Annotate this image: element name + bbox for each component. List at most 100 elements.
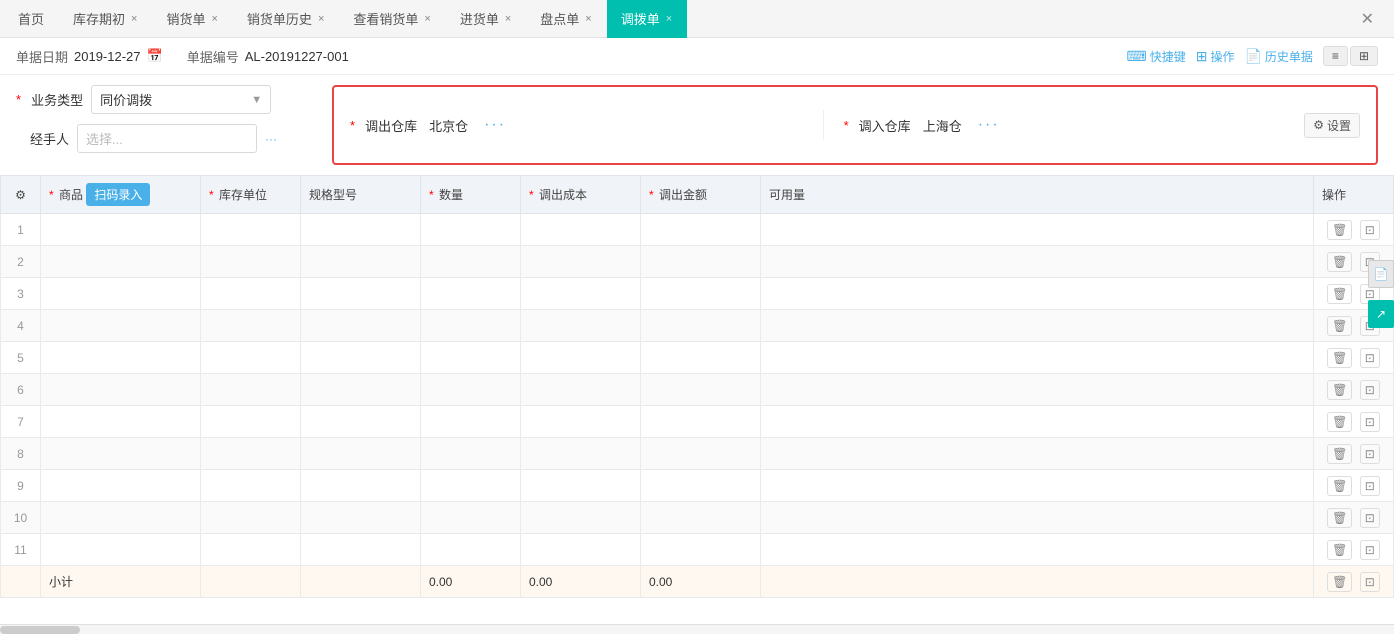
- row-5-copy-button[interactable]: ⊡: [1360, 348, 1380, 368]
- row-6-copy-button[interactable]: ⊡: [1360, 380, 1380, 400]
- subtotal-label-cell: 小计: [41, 566, 201, 598]
- row-1-cost: [521, 214, 641, 246]
- row-5-delete-button[interactable]: 🗑: [1327, 348, 1352, 368]
- warehouse-in-item: * 调入仓库 上海仓 ···: [844, 116, 1297, 135]
- window-close-button[interactable]: ✕: [1345, 0, 1390, 38]
- warehouse-in-more[interactable]: ···: [978, 116, 1000, 134]
- subtotal-copy-button[interactable]: ⊡: [1360, 572, 1380, 592]
- row-1-delete-button[interactable]: 🗑: [1327, 220, 1352, 240]
- grid-view-button[interactable]: ⊞: [1350, 46, 1378, 66]
- row-7-copy-button[interactable]: ⊡: [1360, 412, 1380, 432]
- tab-sales-history[interactable]: 销货单历史 ×: [233, 0, 339, 38]
- tab-sales-order-close[interactable]: ×: [211, 13, 217, 25]
- calendar-icon[interactable]: 📅: [147, 48, 163, 64]
- row-11-product[interactable]: [41, 534, 201, 566]
- float-doc-button[interactable]: 📄: [1368, 260, 1394, 288]
- tab-sales-history-close[interactable]: ×: [318, 13, 324, 25]
- subtotal-delete-button[interactable]: 🗑: [1327, 572, 1352, 592]
- col-cost-header: * 调出成本: [521, 176, 641, 214]
- row-3-spec: [301, 278, 421, 310]
- row-5-product[interactable]: [41, 342, 201, 374]
- operations-grid-icon: ⊞: [1196, 48, 1208, 65]
- row-10-copy-button[interactable]: ⊡: [1360, 508, 1380, 528]
- row-10-product[interactable]: [41, 502, 201, 534]
- row-2-delete-button[interactable]: 🗑: [1327, 252, 1352, 272]
- tab-view-sales[interactable]: 查看销货单 ×: [339, 0, 445, 38]
- row-3-product[interactable]: [41, 278, 201, 310]
- row-9-delete-button[interactable]: 🗑: [1327, 476, 1352, 496]
- col-qty-header: * 数量: [421, 176, 521, 214]
- tab-transfer-label: 调拨单: [621, 9, 660, 28]
- subtotal-row: 小计 0.00 0.00 0.00 🗑 ⊡: [1, 566, 1394, 598]
- business-type-select[interactable]: 同价调拨 ▼: [91, 85, 271, 114]
- row-9-product[interactable]: [41, 470, 201, 502]
- tab-inventory-init-close[interactable]: ×: [131, 13, 137, 25]
- warehouse-out-item: * 调出仓库 北京仓 ···: [350, 116, 803, 135]
- row-8-available: [761, 438, 1314, 470]
- horizontal-scrollbar[interactable]: [0, 624, 1394, 634]
- unit-required-star: *: [209, 188, 214, 202]
- row-5-cost: [521, 342, 641, 374]
- tab-home[interactable]: 首页: [4, 0, 59, 38]
- warehouse-out-label: 调出仓库: [365, 116, 417, 135]
- tab-transfer[interactable]: 调拨单 ×: [607, 0, 687, 38]
- row-10-delete-button[interactable]: 🗑: [1327, 508, 1352, 528]
- row-6-delete-button[interactable]: 🗑: [1327, 380, 1352, 400]
- row-9-cost: [521, 470, 641, 502]
- handler-label: 经手人: [30, 129, 69, 148]
- row-7-delete-button[interactable]: 🗑: [1327, 412, 1352, 432]
- subtotal-ops: 🗑 ⊡: [1314, 566, 1394, 598]
- scroll-thumb[interactable]: [0, 626, 80, 634]
- row-10-qty: [421, 502, 521, 534]
- row-3-delete-button[interactable]: 🗑: [1327, 284, 1352, 304]
- table-container: ⚙ * 商品 扫码录入 * 库存单位 规格型号 *: [0, 175, 1394, 624]
- table-gear-icon[interactable]: ⚙: [15, 188, 26, 202]
- qty-required-star: *: [429, 188, 434, 202]
- history-label: 历史单据: [1265, 48, 1313, 65]
- list-view-button[interactable]: ≡: [1323, 46, 1348, 66]
- tab-sales-history-label: 销货单历史: [247, 9, 312, 28]
- row-2-product[interactable]: [41, 246, 201, 278]
- col-operation-header: 操作: [1314, 176, 1394, 214]
- tab-purchase[interactable]: 进货单 ×: [446, 0, 526, 38]
- qty-col-label: 数量: [439, 188, 463, 202]
- row-4-delete-button[interactable]: 🗑: [1327, 316, 1352, 336]
- right-float-link-panel: ↗: [1368, 300, 1394, 328]
- float-link-button[interactable]: ↗: [1368, 300, 1394, 328]
- handler-select[interactable]: 选择...: [77, 124, 257, 153]
- row-1-copy-button[interactable]: ⊡: [1360, 220, 1380, 240]
- tab-purchase-close[interactable]: ×: [505, 13, 511, 25]
- tab-inventory-check-close[interactable]: ×: [585, 13, 591, 25]
- row-8-product[interactable]: [41, 438, 201, 470]
- row-7-product[interactable]: [41, 406, 201, 438]
- shortcuts-button[interactable]: ⌨ 快捷键: [1126, 48, 1185, 65]
- tab-sales-order[interactable]: 销货单 ×: [152, 0, 232, 38]
- row-8-delete-button[interactable]: 🗑: [1327, 444, 1352, 464]
- history-button[interactable]: 📄 历史单据: [1244, 48, 1312, 65]
- operations-button[interactable]: ⊞ 操作: [1196, 48, 1235, 65]
- row-num-1: 1: [1, 214, 41, 246]
- row-4-cost: [521, 310, 641, 342]
- row-9-copy-button[interactable]: ⊡: [1360, 476, 1380, 496]
- row-6-product[interactable]: [41, 374, 201, 406]
- tab-inventory-check[interactable]: 盘点单 ×: [526, 0, 606, 38]
- tab-view-sales-close[interactable]: ×: [424, 13, 430, 25]
- row-4-product[interactable]: [41, 310, 201, 342]
- row-11-copy-button[interactable]: ⊡: [1360, 540, 1380, 560]
- subtotal-unit: [201, 566, 301, 598]
- row-1-product[interactable]: [41, 214, 201, 246]
- row-2-qty: [421, 246, 521, 278]
- tab-inventory-init[interactable]: 库存期初 ×: [59, 0, 152, 38]
- row-11-delete-button[interactable]: 🗑: [1327, 540, 1352, 560]
- warehouse-out-more[interactable]: ···: [484, 116, 506, 134]
- row-8-copy-button[interactable]: ⊡: [1360, 444, 1380, 464]
- warehouse-settings-button[interactable]: ⚙ 设置: [1304, 113, 1360, 138]
- tab-transfer-close[interactable]: ×: [666, 13, 672, 25]
- handler-row: 经手人 选择... ···: [16, 124, 316, 153]
- row-4-unit: [201, 310, 301, 342]
- row-7-ops: 🗑 ⊡: [1314, 406, 1394, 438]
- date-value[interactable]: 2019-12-27: [74, 49, 141, 64]
- handler-more-icon[interactable]: ···: [265, 132, 277, 146]
- scan-button[interactable]: 扫码录入: [86, 183, 150, 206]
- row-7-amount: [641, 406, 761, 438]
